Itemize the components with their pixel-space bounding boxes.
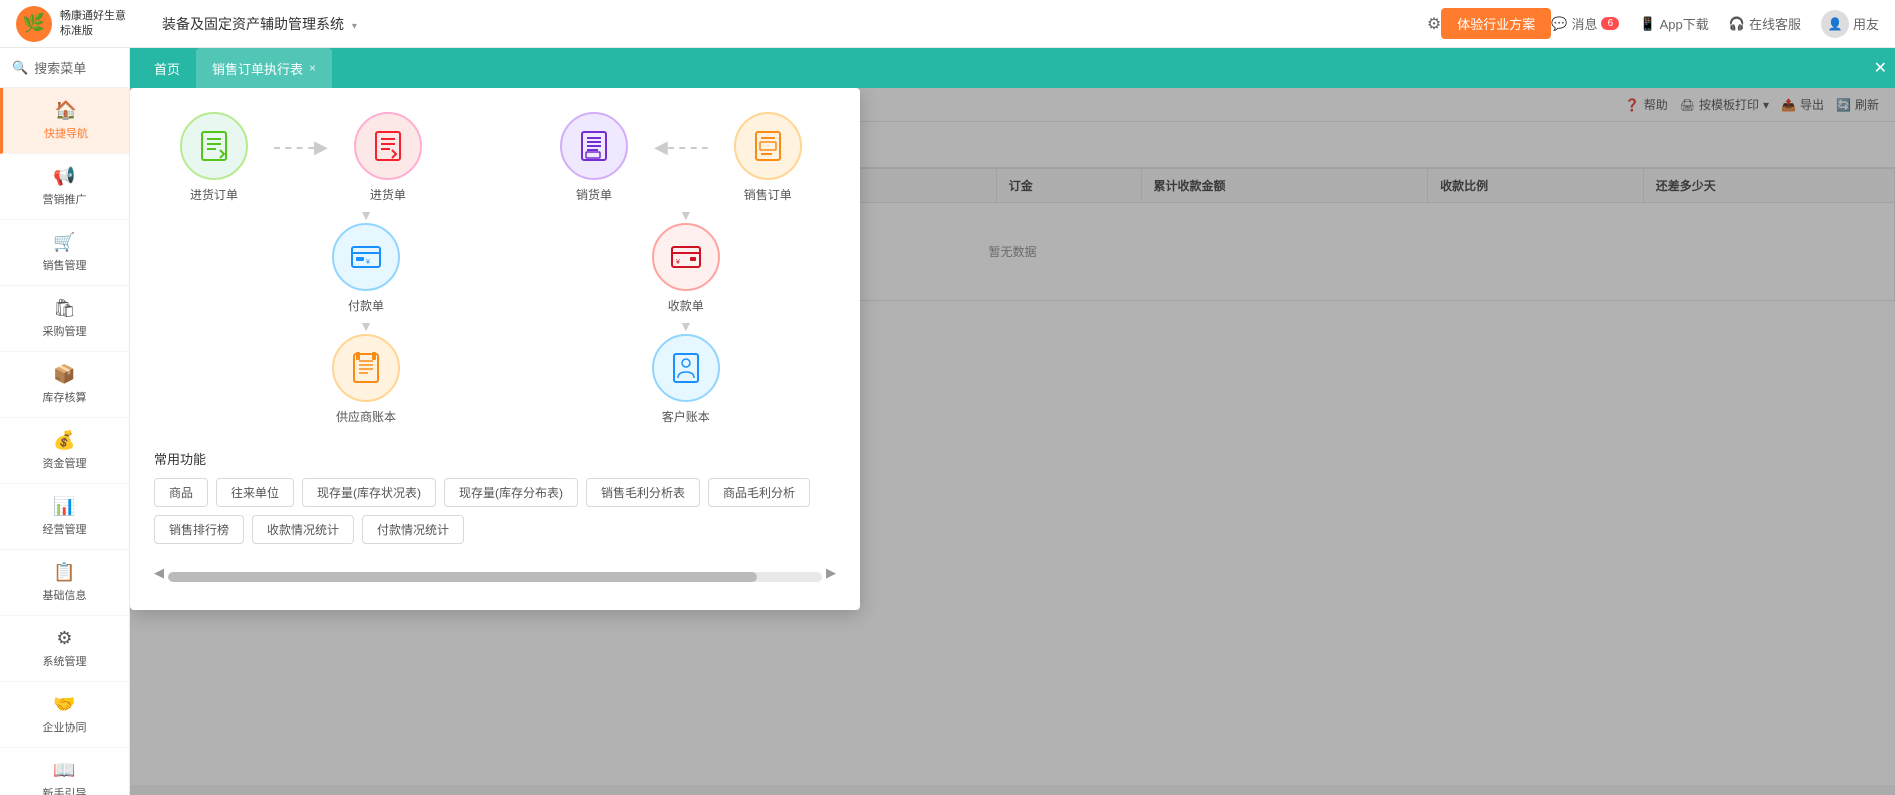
sidebar-item-enterprise[interactable]: 🤝 企业协同	[0, 682, 129, 748]
sidebar-item-basic-info[interactable]: 📋 基础信息	[0, 550, 129, 616]
purchase-order-icon	[180, 112, 248, 180]
btn-payment-stats[interactable]: 付款情况统计	[362, 515, 464, 544]
sidebar-item-system[interactable]: ⚙ 系统管理	[0, 616, 129, 682]
sidebar: 🔍 搜索菜单 🏠 快捷导航 📢 营销推广 🛒 销售管理 🛍 采购管理 📦 库存核…	[0, 48, 130, 795]
common-section: 常用功能 商品 往来单位 现存量(库存状况表) 现存量(库存分布表) 销售毛利分…	[154, 449, 836, 544]
online-service-button[interactable]: 🎧 在线客服	[1729, 14, 1801, 33]
flow-node-purchase-order[interactable]: 进货订单	[154, 112, 274, 203]
sidebar-item-purchase[interactable]: 🛍 采购管理	[0, 286, 129, 352]
cart-icon: 🛒	[53, 232, 75, 253]
phone-icon: 📱	[1639, 16, 1655, 32]
flow-node-sales-order[interactable]: 销售订单	[708, 112, 828, 203]
message-button[interactable]: 💬 消息 6	[1551, 14, 1619, 33]
scroll-track[interactable]	[168, 572, 822, 582]
try-button[interactable]: 体验行业方案	[1441, 8, 1551, 39]
flow-node-receipt[interactable]: ¥ 收款单	[626, 223, 746, 314]
sidebar-item-inventory[interactable]: 📦 库存核算	[0, 352, 129, 418]
payment-icon: ¥	[332, 223, 400, 291]
btn-goods-gross[interactable]: 商品毛利分析	[708, 478, 810, 507]
sidebar-item-quick-nav[interactable]: 🏠 快捷导航	[0, 88, 129, 154]
logo-text: 畅康通好生意 标准版	[60, 9, 126, 38]
receipt-icon: ¥	[652, 223, 720, 291]
tab-home[interactable]: 首页	[138, 48, 196, 88]
btn-stock-status[interactable]: 现存量(库存状况表)	[302, 478, 436, 507]
top-header: 🌿 畅康通好生意 标准版 装备及固定资产辅助管理系统 ▾ ⚙ 体验行业方案 💬 …	[0, 0, 1895, 48]
handshake-icon: 🤝	[53, 694, 75, 715]
settings-icon[interactable]: ⚙	[1427, 14, 1441, 34]
sidebar-item-finance[interactable]: 💰 资金管理	[0, 418, 129, 484]
scroll-right-arrow[interactable]: ▶	[826, 565, 836, 581]
btn-goods[interactable]: 商品	[154, 478, 208, 507]
user-button[interactable]: 👤 用友	[1821, 10, 1879, 38]
book-icon: 📖	[53, 760, 75, 781]
app-download-button[interactable]: 📱 App下载	[1639, 14, 1708, 33]
customer-ledger-icon	[652, 334, 720, 402]
btn-contacts[interactable]: 往来单位	[216, 478, 294, 507]
flow-section: 进货订单 ▶	[154, 112, 836, 425]
message-badge: 6	[1601, 17, 1619, 30]
search-menu[interactable]: 🔍 搜索菜单	[0, 48, 129, 88]
money-icon: 💰	[53, 430, 75, 451]
common-functions-title: 常用功能	[154, 449, 836, 468]
svg-text:¥: ¥	[676, 259, 680, 266]
supplier-ledger-icon	[332, 334, 400, 402]
btn-receipt-stats[interactable]: 收款情况统计	[252, 515, 354, 544]
home-icon: 🏠	[55, 100, 77, 121]
avatar: 👤	[1821, 10, 1849, 38]
quick-nav-popup: 进货订单 ▶	[130, 88, 860, 610]
content-area: 首页 销售订单执行表 × ✕ ❓ 帮助 🖨 按模板打印 ▾	[130, 48, 1895, 795]
search-icon: 🔍	[12, 60, 28, 76]
megaphone-icon: 📢	[53, 166, 75, 187]
bag-icon: 🛍	[53, 298, 76, 319]
system-dropdown-arrow[interactable]: ▾	[352, 21, 357, 32]
flow-node-purchase-bill[interactable]: 进货单	[328, 112, 448, 203]
scroll-left-arrow[interactable]: ◀	[154, 565, 164, 581]
sidebar-item-marketing[interactable]: 📢 营销推广	[0, 154, 129, 220]
header-actions: 💬 消息 6 📱 App下载 🎧 在线客服 👤 用友	[1551, 10, 1879, 38]
message-icon: 💬	[1551, 16, 1567, 32]
gear-icon: ⚙	[56, 628, 72, 649]
box-icon: 📦	[53, 364, 75, 385]
scroll-row: ◀ ▶	[154, 560, 836, 586]
tab-bar-close-button[interactable]: ✕	[1874, 58, 1887, 78]
sidebar-item-sales[interactable]: 🛒 销售管理	[0, 220, 129, 286]
common-buttons-row1: 商品 往来单位 现存量(库存状况表) 现存量(库存分布表) 销售毛利分析表 商品…	[154, 478, 836, 507]
overlay[interactable]: 进货订单 ▶	[130, 88, 1895, 795]
svg-text:¥: ¥	[366, 259, 370, 266]
sales-order-icon	[734, 112, 802, 180]
inner-content: ❓ 帮助 🖨 按模板打印 ▾ 📤 导出 🔄 刷新	[130, 88, 1895, 795]
sidebar-item-guide[interactable]: 📖 新手引导	[0, 748, 129, 795]
common-buttons-row2: 销售排行榜 收款情况统计 付款情况统计	[154, 515, 836, 544]
flow-node-sales-bill[interactable]: 销货单	[534, 112, 654, 203]
btn-sales-rank[interactable]: 销售排行榜	[154, 515, 244, 544]
purchase-bill-icon	[354, 112, 422, 180]
btn-stock-dist[interactable]: 现存量(库存分布表)	[444, 478, 578, 507]
btn-sales-gross[interactable]: 销售毛利分析表	[586, 478, 700, 507]
headset-icon: 🎧	[1729, 16, 1745, 32]
tab-bar: 首页 销售订单执行表 × ✕	[130, 48, 1895, 88]
tab-close-icon[interactable]: ×	[309, 61, 316, 75]
sidebar-item-operations[interactable]: 📊 经营管理	[0, 484, 129, 550]
main-layout: 🔍 搜索菜单 🏠 快捷导航 📢 营销推广 🛒 销售管理 🛍 采购管理 📦 库存核…	[0, 48, 1895, 795]
chart-icon: 📊	[53, 496, 75, 517]
logo-icon: 🌿	[16, 6, 52, 42]
sales-bill-icon	[560, 112, 628, 180]
flow-node-supplier-ledger[interactable]: 供应商账本	[306, 334, 426, 425]
logo-area: 🌿 畅康通好生意 标准版	[16, 6, 146, 42]
flow-node-payment[interactable]: ¥ 付款单	[306, 223, 426, 314]
clipboard-icon: 📋	[53, 562, 75, 583]
system-title: 装备及固定资产辅助管理系统 ▾	[146, 14, 1427, 34]
flow-node-customer-ledger[interactable]: 客户账本	[626, 334, 746, 425]
scroll-thumb	[168, 572, 757, 582]
tab-sales-order[interactable]: 销售订单执行表 ×	[196, 48, 332, 88]
